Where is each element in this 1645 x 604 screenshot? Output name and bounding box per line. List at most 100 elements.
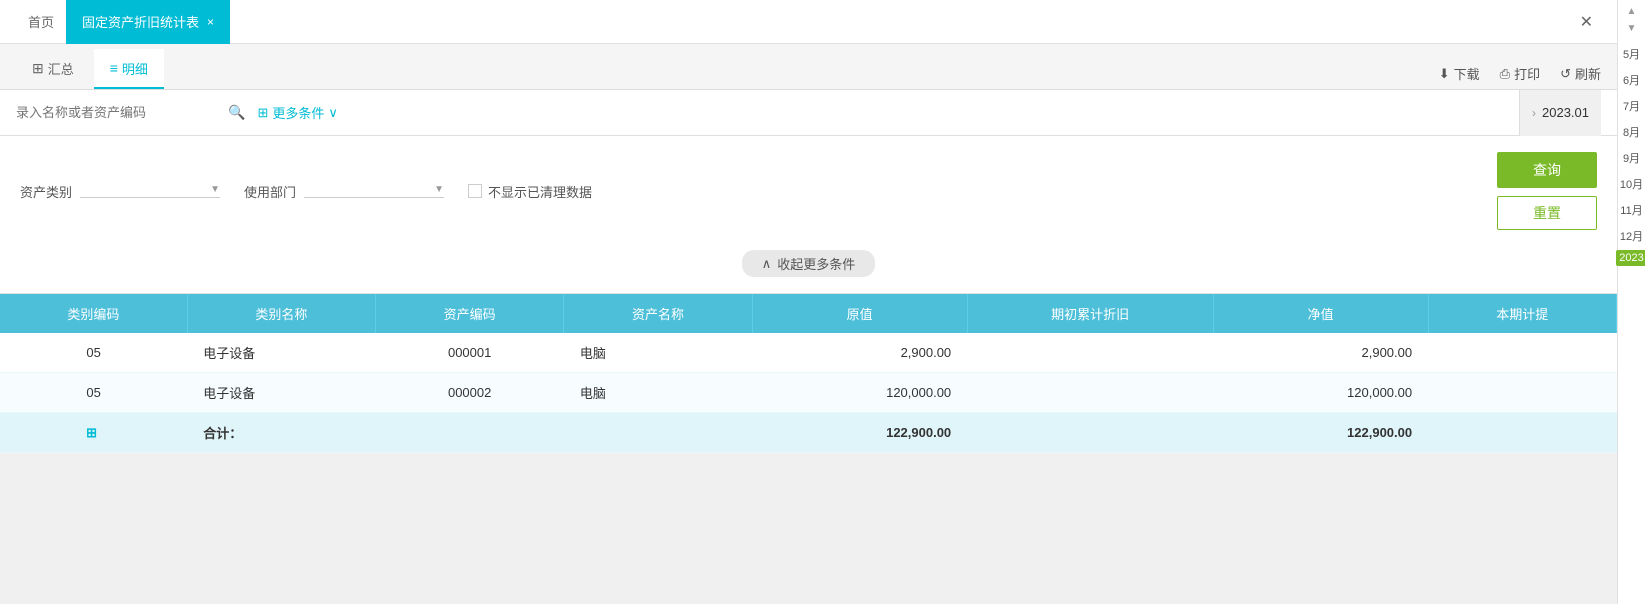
collapse-row: ∧ 收起更多条件: [20, 242, 1597, 277]
toolbar-right: ⬇ 下载 ⎙ 打印 ↺ 刷新: [168, 64, 1601, 89]
dept-arrow-icon: ▼: [434, 184, 444, 195]
filter-icon: ⊞: [257, 105, 268, 121]
nav-tab-depreciation[interactable]: 固定资产折旧统计表 ×: [66, 0, 230, 44]
print-button[interactable]: ⎙ 打印: [1500, 64, 1540, 83]
table-row: 05 电子设备 000002 电脑 120,000.00 120,000.00: [0, 373, 1617, 413]
date-nav-arrow-icon: ›: [1532, 106, 1536, 120]
data-table: 类别编码 类别名称 资产编码 资产名称 原值 期初累计折旧 净值 本期计提 05…: [0, 294, 1617, 453]
right-sidebar: ▲ ▼ 5月 6月 7月 8月 9月 10月 11月 12月 2023: [1617, 0, 1645, 604]
cell-asset-code-1: 000001: [376, 333, 564, 373]
total-icon-cell: ⊞: [0, 413, 187, 453]
nav-bar: 首页 固定资产折旧统计表 × ✕: [0, 0, 1617, 44]
cell-category-name-1: 电子设备: [187, 333, 375, 373]
sidebar-month-7[interactable]: 7月: [1621, 94, 1642, 118]
cell-category-code-1: 05: [0, 333, 187, 373]
dept-label: 使用部门: [244, 182, 296, 201]
cell-asset-code-2: 000002: [376, 373, 564, 413]
detail-tab-icon: ≡: [110, 60, 118, 76]
chevron-down-icon: ∨: [328, 105, 338, 121]
tab-detail[interactable]: ≡ 明细: [94, 49, 164, 89]
summary-tab-icon: ⊞: [32, 60, 44, 77]
col-header-category-name: 类别名称: [187, 294, 375, 333]
refresh-label: 刷新: [1575, 64, 1601, 83]
query-button[interactable]: 查询: [1497, 152, 1597, 188]
asset-category-select[interactable]: ▼: [80, 184, 220, 198]
sidebar-arrows: ▲ ▼: [1625, 4, 1639, 36]
nav-tab-label: 固定资产折旧统计表: [82, 12, 199, 31]
col-header-accumulated-dep: 期初累计折旧: [967, 294, 1213, 333]
col-header-original-value: 原值: [752, 294, 967, 333]
cell-net-value-2: 120,000.00: [1213, 373, 1428, 413]
sidebar-month-8[interactable]: 8月: [1621, 120, 1642, 144]
asset-category-label: 资产类别: [20, 182, 72, 201]
collapse-label: 收起更多条件: [777, 254, 855, 273]
sidebar-month-5[interactable]: 5月: [1621, 42, 1642, 66]
col-header-category-code: 类别编码: [0, 294, 187, 333]
hide-cleared-field: 不显示已清理数据: [468, 182, 592, 201]
total-accumulated-dep: [967, 413, 1213, 453]
hide-cleared-checkbox[interactable]: [468, 184, 482, 198]
total-net-value: 122,900.00: [1213, 413, 1428, 453]
download-icon: ⬇: [1439, 66, 1450, 82]
sidebar-month-12[interactable]: 12月: [1618, 224, 1645, 248]
col-header-asset-code: 资产编码: [376, 294, 564, 333]
table-total-row: ⊞ 合计： 122,900.00 122,900.00: [0, 413, 1617, 453]
tab-summary[interactable]: ⊞ 汇总: [16, 49, 90, 89]
cell-asset-name-2: 电脑: [564, 373, 752, 413]
cell-net-value-1: 2,900.00: [1213, 333, 1428, 373]
hide-cleared-label: 不显示已清理数据: [488, 182, 592, 201]
cell-accumulated-dep-1: [967, 333, 1213, 373]
col-header-current-dep: 本期计提: [1428, 294, 1616, 333]
asset-category-arrow-icon: ▼: [210, 184, 220, 195]
col-header-asset-name: 资产名称: [564, 294, 752, 333]
refresh-icon: ↺: [1560, 66, 1571, 82]
more-filters-button[interactable]: ⊞ 更多条件 ∨: [257, 103, 337, 122]
download-button[interactable]: ⬇ 下载: [1439, 64, 1480, 83]
refresh-button[interactable]: ↺ 刷新: [1560, 64, 1601, 83]
cell-category-name-2: 电子设备: [187, 373, 375, 413]
collapse-button[interactable]: ∧ 收起更多条件: [742, 250, 876, 277]
sidebar-month-9[interactable]: 9月: [1621, 146, 1642, 170]
more-filters-label: 更多条件: [272, 103, 324, 122]
search-bar: 🔍 ⊞ 更多条件 ∨ › 2023.01: [0, 90, 1617, 136]
filter-row: 资产类别 ▼ 使用部门 ▼ 不显示已清理数据 查询 重置: [20, 152, 1597, 230]
chevron-up-icon: ∧: [762, 256, 772, 272]
nav-home[interactable]: 首页: [16, 12, 66, 31]
dept-field: 使用部门 ▼: [244, 182, 444, 201]
dept-select[interactable]: ▼: [304, 184, 444, 198]
cell-current-dep-2: [1428, 373, 1616, 413]
sidebar-month-10[interactable]: 10月: [1618, 172, 1645, 196]
cell-original-value-1: 2,900.00: [752, 333, 967, 373]
filter-area: 资产类别 ▼ 使用部门 ▼ 不显示已清理数据 查询 重置: [0, 136, 1617, 294]
tab-bar: ⊞ 汇总 ≡ 明细 ⬇ 下载 ⎙ 打印 ↺ 刷新: [0, 44, 1617, 90]
sidebar-month-11[interactable]: 11月: [1618, 198, 1644, 222]
total-original-value: 122,900.00: [752, 413, 967, 453]
cell-current-dep-1: [1428, 333, 1616, 373]
total-label: 合计：: [187, 413, 752, 453]
total-icon: ⊞: [86, 425, 97, 440]
date-display: 2023.01: [1542, 105, 1589, 120]
sidebar-up-arrow-icon[interactable]: ▲: [1625, 4, 1639, 19]
print-label: 打印: [1514, 64, 1540, 83]
tab-detail-label: 明细: [122, 59, 148, 78]
total-current-dep: [1428, 413, 1616, 453]
search-input[interactable]: [16, 105, 216, 120]
print-icon: ⎙: [1500, 66, 1510, 82]
date-nav-button[interactable]: › 2023.01: [1519, 90, 1601, 136]
reset-button[interactable]: 重置: [1497, 196, 1597, 230]
table-wrapper: 类别编码 类别名称 资产编码 资产名称 原值 期初累计折旧 净值 本期计提 05…: [0, 294, 1617, 604]
table-header-row: 类别编码 类别名称 资产编码 资产名称 原值 期初累计折旧 净值 本期计提: [0, 294, 1617, 333]
sidebar-month-6[interactable]: 6月: [1621, 68, 1642, 92]
nav-tab-close-icon[interactable]: ×: [207, 15, 214, 29]
cell-category-code-2: 05: [0, 373, 187, 413]
table-row: 05 电子设备 000001 电脑 2,900.00 2,900.00: [0, 333, 1617, 373]
sidebar-down-arrow-icon[interactable]: ▼: [1625, 21, 1639, 36]
sidebar-year-badge[interactable]: 2023: [1616, 250, 1645, 266]
window-close-button[interactable]: ✕: [1572, 8, 1601, 36]
search-icon[interactable]: 🔍: [228, 104, 245, 121]
download-label: 下载: [1454, 64, 1480, 83]
filter-actions: 查询 重置: [1497, 152, 1597, 230]
cell-asset-name-1: 电脑: [564, 333, 752, 373]
cell-original-value-2: 120,000.00: [752, 373, 967, 413]
tab-summary-label: 汇总: [48, 59, 74, 78]
